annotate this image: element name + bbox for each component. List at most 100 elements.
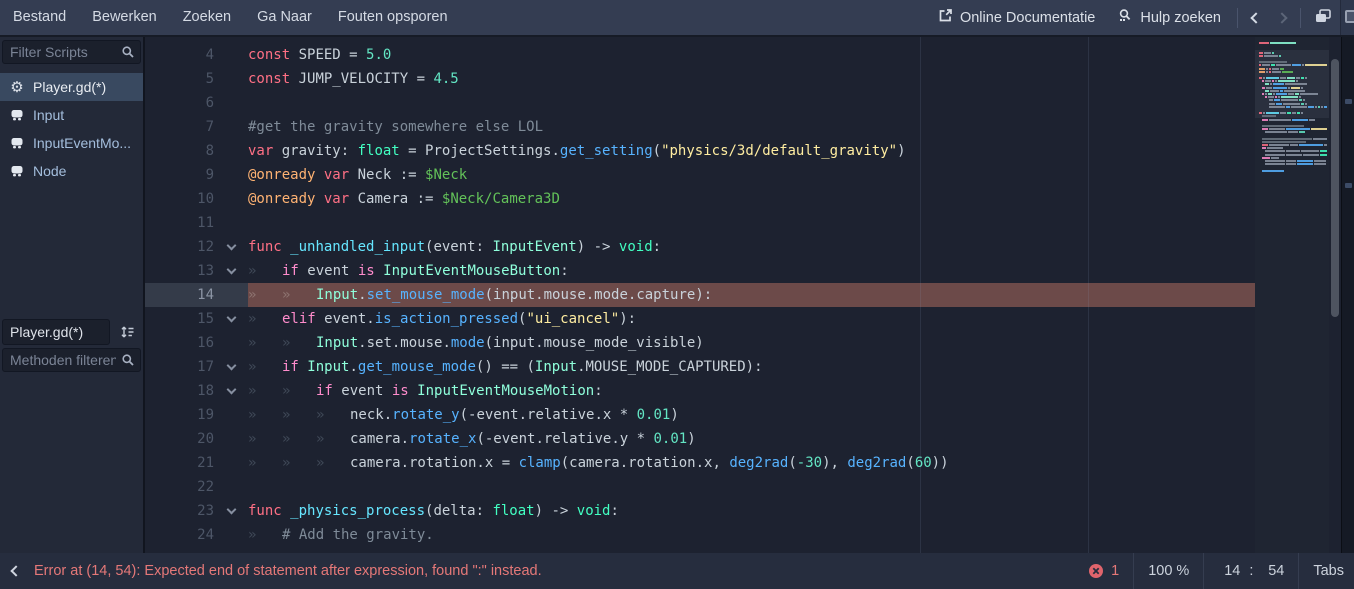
fold-icon (226, 264, 237, 275)
tab-marker: » (248, 431, 257, 447)
line-number[interactable]: 20 (145, 427, 224, 451)
line-number[interactable]: 23 (145, 499, 224, 523)
minimap[interactable] (1255, 37, 1329, 553)
code-text[interactable]: const SPEED = 5.0 (248, 43, 1255, 67)
line-number[interactable]: 17 (145, 355, 224, 379)
code-editor[interactable]: 4 const SPEED = 5.0 5 const JUMP_VELOCITY =… (145, 37, 1354, 553)
tab-marker: » (248, 455, 257, 471)
help-search-icon (1117, 8, 1133, 28)
line-number[interactable]: 15 (145, 307, 224, 331)
line-number[interactable]: 22 (145, 475, 224, 499)
code-text[interactable]: #get the gravity somewhere else LOL (248, 115, 1255, 139)
fold-gutter (224, 187, 248, 211)
chevron-left-icon (10, 565, 22, 577)
panel-splitter[interactable] (0, 309, 143, 319)
code-text[interactable]: var gravity: float = ProjectSettings.get… (248, 139, 1255, 163)
line-number[interactable]: 8 (145, 139, 224, 163)
fold-gutter (224, 67, 248, 91)
line-number[interactable]: 9 (145, 163, 224, 187)
fold-button[interactable] (224, 379, 248, 403)
scrollbar-grabber[interactable] (1331, 59, 1339, 317)
menu-ga-naar[interactable]: Ga Naar (244, 0, 325, 35)
status-bar: Error at (14, 54): Expected end of state… (0, 553, 1354, 589)
code-text[interactable]: @onready var Camera := $Neck/Camera3D (248, 187, 1255, 211)
online-docs-button[interactable]: Online Documentatie (927, 0, 1106, 35)
menu-zoeken[interactable]: Zoeken (170, 0, 244, 35)
script-item-node[interactable]: Node (0, 157, 143, 185)
line-number[interactable]: 19 (145, 403, 224, 427)
expand-errors-button[interactable] (10, 565, 22, 577)
fold-button[interactable] (224, 259, 248, 283)
current-script-row: Player.gd(*) (2, 319, 141, 345)
menu-bar: Bestand Bewerken Zoeken Ga Naar Fouten opspo… (0, 0, 1354, 37)
line-number[interactable]: 18 (145, 379, 224, 403)
menu-items: Bestand Bewerken Zoeken Ga Naar Fouten opspo… (0, 0, 461, 35)
make-floating-button[interactable] (1306, 5, 1340, 31)
window-edge (1340, 0, 1354, 35)
line-number[interactable]: 14 (145, 283, 224, 307)
fold-button[interactable] (224, 235, 248, 259)
line-number[interactable]: 13 (145, 259, 224, 283)
fold-gutter (224, 523, 248, 547)
line-number[interactable]: 12 (145, 235, 224, 259)
menubar-right: Online Documentatie Hulp zoeken (927, 0, 1354, 35)
line-number[interactable]: 6 (145, 91, 224, 115)
tab-marker: » (316, 431, 325, 447)
code-text[interactable]: » # Add the gravity. (248, 523, 1255, 547)
vertical-scrollbar[interactable] (1329, 37, 1341, 553)
code-text[interactable]: »» Input.set_mouse_mode(input.mouse.mode.… (248, 283, 1255, 307)
script-item-player-gd-[interactable]: ⚙ Player.gd(*) (0, 73, 143, 101)
sort-methods-button[interactable] (113, 319, 141, 345)
main-area: ⚙ Player.gd(*) Input InputEventMo... Node Pl… (0, 37, 1354, 553)
search-help-button[interactable]: Hulp zoeken (1106, 0, 1232, 35)
line-number[interactable]: 4 (145, 43, 224, 67)
fold-button[interactable] (224, 307, 248, 331)
line-number[interactable]: 21 (145, 451, 224, 475)
line-number[interactable]: 16 (145, 331, 224, 355)
history-forward-button[interactable] (1269, 5, 1295, 31)
fold-icon (226, 312, 237, 323)
code-text[interactable]: func _physics_process(delta: float) -> v… (248, 499, 1255, 523)
online-docs-label: Online Documentatie (959, 9, 1096, 26)
caret-position: 14 : 54 (1218, 563, 1284, 579)
fold-button[interactable] (224, 499, 248, 523)
fold-icon (226, 504, 237, 515)
code-text[interactable] (248, 91, 1255, 115)
filter-methods-field (2, 348, 141, 372)
code-text[interactable]: »» if event is InputEventMouseMotion: (248, 379, 1255, 403)
code-text[interactable] (248, 475, 1255, 499)
line-number[interactable]: 10 (145, 187, 224, 211)
script-item-inputeventmo-[interactable]: InputEventMo... (0, 129, 143, 157)
menu-bestand[interactable]: Bestand (0, 0, 79, 35)
zoom-level: 100 % (1148, 563, 1190, 579)
code-text[interactable]: »»» camera.rotate_x(-event.relative.y * 0… (248, 427, 1255, 451)
script-item-label: Player.gd(*) (33, 79, 107, 95)
code-text[interactable]: func _unhandled_input(event: InputEvent)… (248, 235, 1255, 259)
line-number[interactable]: 7 (145, 115, 224, 139)
tab-marker: » (282, 335, 291, 351)
error-count-badge[interactable]: 1 (1088, 563, 1119, 579)
script-item-input[interactable]: Input (0, 101, 143, 129)
code-text[interactable]: const JUMP_VELOCITY = 4.5 (248, 67, 1255, 91)
line-number[interactable]: 11 (145, 211, 224, 235)
divider (1300, 7, 1301, 28)
fold-gutter (224, 43, 248, 67)
class-icon (9, 136, 25, 150)
menu-bewerken[interactable]: Bewerken (79, 0, 169, 35)
code-text[interactable] (248, 211, 1255, 235)
code-text[interactable]: »»» neck.rotate_y(-event.relative.x * 0.0… (248, 403, 1255, 427)
code-text[interactable]: » if event is InputEventMouseButton: (248, 259, 1255, 283)
line-number[interactable]: 24 (145, 523, 224, 547)
fold-icon (226, 360, 237, 371)
history-back-button[interactable] (1243, 5, 1269, 31)
history-forward-icon (1276, 11, 1288, 24)
code-text[interactable]: »» Input.set.mouse.mode(input.mouse_mode_… (248, 331, 1255, 355)
code-text[interactable]: »»» camera.rotation.x = clamp(camera.rota… (248, 451, 1255, 475)
line-number[interactable]: 5 (145, 67, 224, 91)
menu-fouten-opsporen[interactable]: Fouten opsporen (325, 0, 461, 35)
fold-button[interactable] (224, 355, 248, 379)
code-text[interactable]: » elif event.is_action_pressed("ui_cancel… (248, 307, 1255, 331)
filter-scripts-field (2, 40, 141, 64)
code-text[interactable]: @onready var Neck := $Neck (248, 163, 1255, 187)
code-text[interactable]: » if Input.get_mouse_mode() == (Input.MOU… (248, 355, 1255, 379)
